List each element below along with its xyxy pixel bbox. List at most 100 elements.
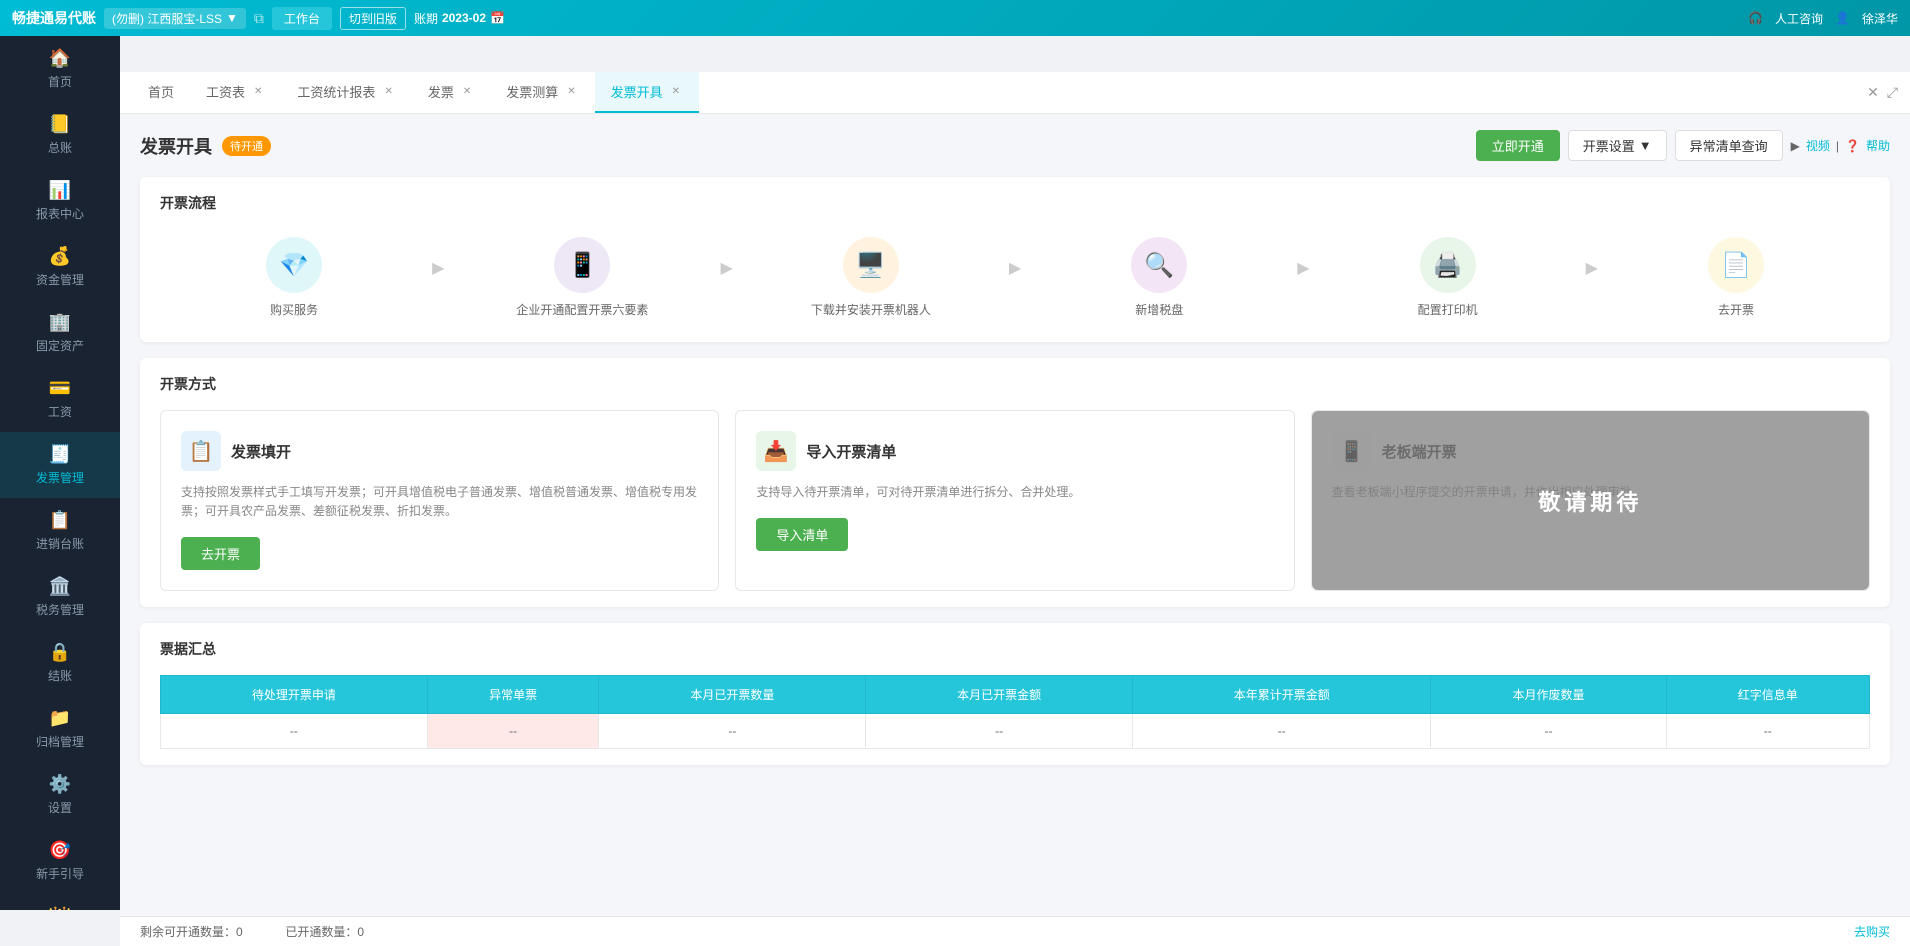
immediate-open-button[interactable]: 立即开通 — [1476, 130, 1560, 161]
sidebar-item-tax[interactable]: 🏛️税务管理 — [0, 564, 120, 630]
summary-col-0: 待处理开票申请 — [161, 676, 428, 714]
summary-cell-1: -- — [427, 714, 599, 749]
sidebar-item-invoice[interactable]: 🧾发票管理 — [0, 432, 120, 498]
tab-close-invoice_mgmt[interactable]: ✕ — [460, 85, 474, 98]
sidebar-item-assets[interactable]: 🏢 固定资产 — [0, 300, 120, 366]
page-title: 发票开具 — [140, 133, 212, 159]
sidebar-item-capital[interactable]: 💰资金管理 — [0, 234, 120, 300]
app-logo: 畅捷通易代账 — [12, 8, 96, 28]
sidebar: 🏠首页 📒 总账 📊 报表中心 💰资金管理 🏢 固定资产 💳工资🧾发票管理📋进销台账🏛️税务管理… — [0, 36, 120, 910]
flow-arrow-4: ▶ — [1582, 258, 1602, 278]
flow-label-printer: 配置打印机 — [1418, 301, 1478, 318]
method-card-manual: 📋 发票填开 支持按照发票样式手工填写开发票；可开具增值税电子普通发票、增值税普… — [160, 410, 719, 591]
open-settings-button[interactable]: 开票设置 ▼ — [1568, 130, 1667, 161]
support-label[interactable]: 人工咨询 — [1775, 10, 1823, 27]
old-version-button[interactable]: 切到旧版 — [340, 7, 406, 30]
workspace-button[interactable]: 工作台 — [272, 7, 332, 30]
open-settings-label: 开票设置 — [1583, 136, 1635, 155]
summary-cell-3: -- — [866, 714, 1133, 749]
tab-salary_report[interactable]: 工资统计报表✕ — [281, 72, 411, 113]
tab-home[interactable]: 首页 — [132, 72, 190, 113]
flow-icon-add_disk: 🔍 — [1131, 237, 1187, 293]
flow-step-printer[interactable]: 🖨️ 配置打印机 — [1314, 237, 1582, 318]
sidebar-label-assets: 固定资产 — [36, 337, 84, 354]
opened-label: 已开通数量：0 — [285, 925, 364, 939]
tab-salary_table[interactable]: 工资表✕ — [190, 72, 281, 113]
sidebar-item-report[interactable]: 📊 报表中心 — [0, 168, 120, 234]
flow-section-title: 开票流程 — [160, 193, 1870, 213]
sidebar-label-purchase: 进销台账 — [36, 535, 84, 552]
summary-col-2: 本月已开票数量 — [599, 676, 866, 714]
sidebar-label-capital: 资金管理 — [36, 271, 84, 288]
tab-label-invoice_calc: 发票测算 — [506, 82, 558, 101]
ledger-icon: 📒 — [49, 114, 71, 135]
sidebar-label-close: 结账 — [48, 667, 72, 684]
tab-close-invoice_calc[interactable]: ✕ — [564, 85, 578, 98]
flow-icon-config: 📱 — [554, 237, 610, 293]
help-label[interactable]: 帮助 — [1866, 137, 1890, 154]
goto-purchase-link[interactable]: 去购买 — [1854, 923, 1890, 940]
sidebar-label-guide: 新手引导 — [36, 865, 84, 882]
view-controls: ▶ 视频 | ❓ 帮助 — [1791, 137, 1890, 154]
archive-icon: 📁 — [49, 708, 71, 729]
sidebar-item-home[interactable]: 🏠首页 — [0, 36, 120, 102]
tab-invoice_mgmt[interactable]: 发票✕ — [412, 72, 490, 113]
method-btn-import[interactable]: 导入清单 — [756, 518, 848, 551]
flow-step-add_disk[interactable]: 🔍 新增税盘 — [1025, 237, 1293, 318]
tab-invoice_open[interactable]: 发票开具✕ — [595, 72, 699, 113]
flow-label-open_invoice: 去开票 — [1718, 301, 1754, 318]
company-name: (勿删) 江西服宝-LSS — [112, 10, 222, 27]
company-selector[interactable]: (勿删) 江西服宝-LSS ▼ — [104, 8, 246, 29]
flow-section: 开票流程 💎 购买服务 ▶ 📱 企业开通配置开票六要素 ▶ 🖥️ 下载并安装开票… — [140, 177, 1890, 342]
flow-label-add_disk: 新增税盘 — [1135, 301, 1183, 318]
tab-bar: 首页工资表✕工资统计报表✕发票✕发票测算✕发票开具✕ ✕ ⤢ — [120, 72, 1910, 114]
summary-cell-4: -- — [1133, 714, 1431, 749]
bottom-bar: 剩余可开通数量：0 已开通数量：0 去购买 — [120, 916, 1910, 946]
tab-close-salary_table[interactable]: ✕ — [251, 85, 265, 98]
summary-cell-5: -- — [1431, 714, 1666, 749]
sidebar-item-settings[interactable]: ⚙️设置 — [0, 762, 120, 828]
sidebar-item-member[interactable]: 👑畅会员 — [0, 894, 120, 910]
sidebar-label-report: 报表中心 — [36, 205, 84, 222]
sidebar-label-ledger: 总账 — [48, 139, 72, 156]
sidebar-item-archive[interactable]: 📁归档管理 — [0, 696, 120, 762]
sidebar-item-close[interactable]: 🔒 结账 — [0, 630, 120, 696]
sidebar-item-salary[interactable]: 💳工资 — [0, 366, 120, 432]
flow-steps: 💎 购买服务 ▶ 📱 企业开通配置开票六要素 ▶ 🖥️ 下载并安装开票机器人 ▶… — [160, 229, 1870, 326]
summary-cell-6: -- — [1666, 714, 1869, 749]
video-label[interactable]: 视频 — [1806, 137, 1830, 154]
flow-step-open_invoice[interactable]: 📄 去开票 — [1602, 237, 1870, 318]
assets-icon: 🏢 — [49, 312, 71, 333]
method-desc-import: 支持导入待开票清单，可对待开票清单进行拆分、合并处理。 — [756, 483, 1273, 502]
remaining-label: 剩余可开通数量：0 — [140, 925, 243, 939]
top-bar: 畅捷通易代账 (勿删) 江西服宝-LSS ▼ ⧉ 工作台 切到旧版 账期 202… — [0, 0, 1910, 36]
abnormal-query-button[interactable]: 异常清单查询 — [1675, 130, 1783, 161]
sidebar-label-home: 首页 — [48, 73, 72, 90]
card-overlay-boss: 敬请期待 — [1312, 411, 1869, 590]
sidebar-item-purchase[interactable]: 📋进销台账 — [0, 498, 120, 564]
user-label[interactable]: 徐泽华 — [1862, 10, 1898, 27]
flow-step-buy[interactable]: 💎 购买服务 — [160, 237, 428, 318]
method-title-manual: 发票填开 — [231, 441, 291, 462]
calendar-icon[interactable]: 📅 — [490, 11, 505, 25]
sidebar-item-guide[interactable]: 🎯新手引导 — [0, 828, 120, 894]
flow-step-download[interactable]: 🖥️ 下载并安装开票机器人 — [737, 237, 1005, 318]
tab-invoice_calc[interactable]: 发票测算 ✕ — [490, 72, 594, 113]
flow-step-config[interactable]: 📱 企业开通配置开票六要素 — [448, 237, 716, 318]
report-icon: 📊 — [49, 180, 71, 201]
tab-close-salary_report[interactable]: ✕ — [381, 85, 395, 98]
methods-section: 开票方式 📋 发票填开 支持按照发票样式手工填写开发票；可开具增值税电子普通发票… — [140, 358, 1890, 607]
video-icon: ▶ — [1791, 139, 1800, 153]
period-info: 账期 2023-02 📅 — [414, 10, 505, 27]
sidebar-item-ledger[interactable]: 📒 总账 — [0, 102, 120, 168]
flow-arrow-1: ▶ — [716, 258, 736, 278]
summary-col-3: 本月已开票金额 — [866, 676, 1133, 714]
summary-col-5: 本月作废数量 — [1431, 676, 1666, 714]
tab-close-invoice_open[interactable]: ✕ — [669, 85, 683, 98]
close-all-icon[interactable]: ✕ — [1867, 84, 1879, 101]
period-label: 账期 — [414, 10, 438, 27]
restore-icon[interactable]: ⤢ — [1887, 84, 1898, 101]
method-btn-manual[interactable]: 去开票 — [181, 537, 260, 570]
close-icon: 🔒 — [49, 642, 71, 663]
bottom-info: 剩余可开通数量：0 已开通数量：0 — [140, 923, 364, 940]
